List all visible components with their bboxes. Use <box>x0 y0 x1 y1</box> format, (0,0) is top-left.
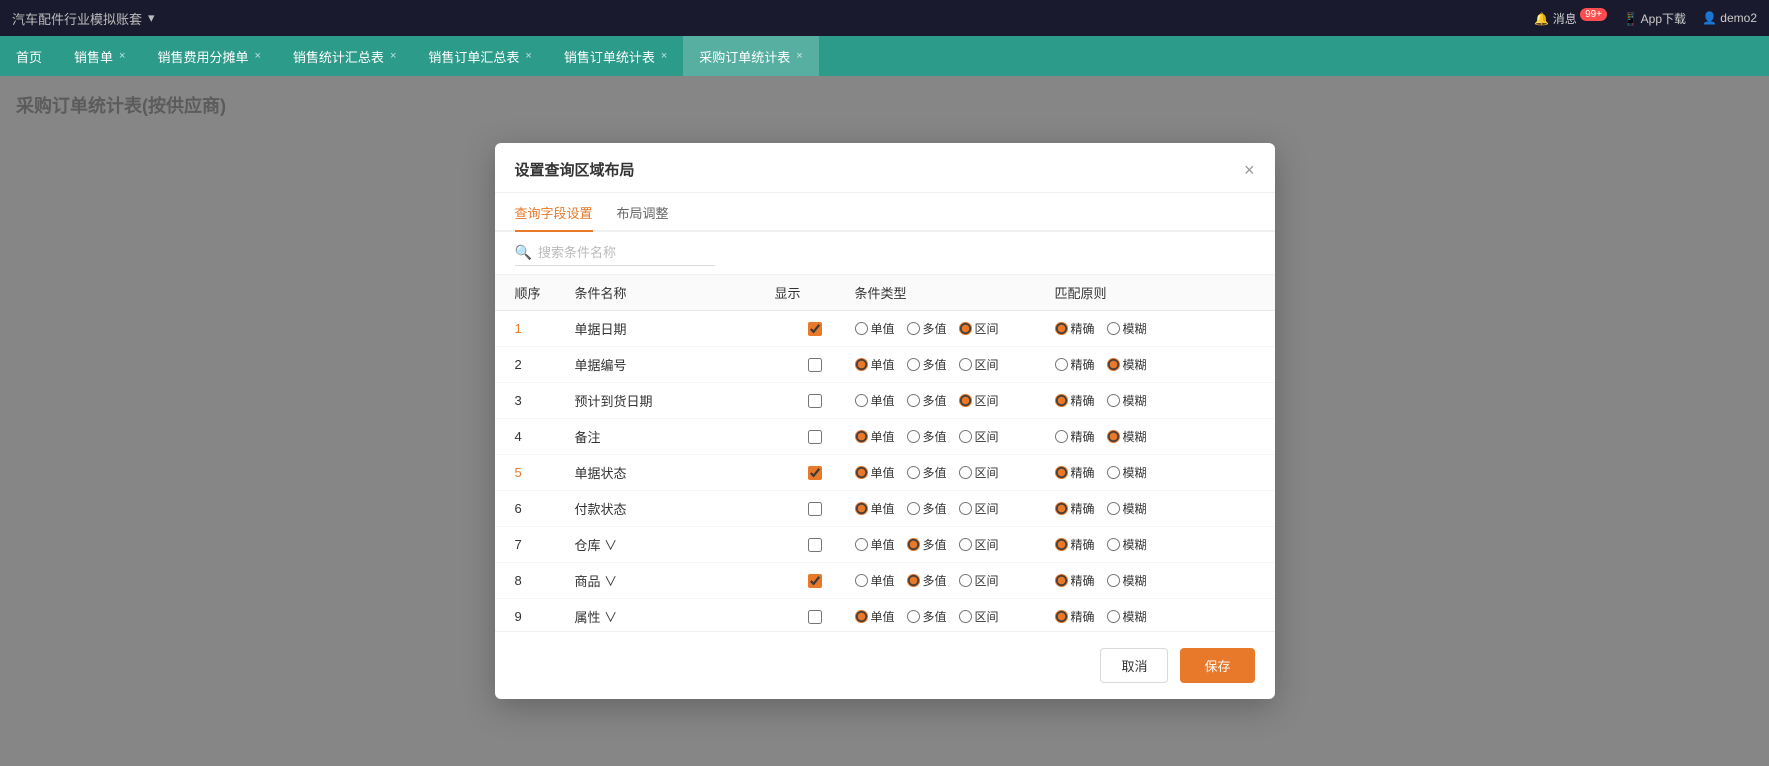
row-name: 单据编号 <box>575 355 775 374</box>
row-condition-type: 单值 多值 区间 <box>855 608 1055 625</box>
table-row: 5 单据状态 单值 多值 区间 精确 模糊 <box>495 455 1275 491</box>
row-display-checkbox[interactable] <box>775 394 855 408</box>
search-bar: 🔍 <box>495 232 1275 275</box>
row-num: 7 <box>515 537 575 552</box>
table-row: 2 单据编号 单值 多值 区间 精确 模糊 <box>495 347 1275 383</box>
row-display-checkbox[interactable] <box>775 466 855 480</box>
save-button[interactable]: 保存 <box>1180 648 1254 683</box>
row-match-rule: 精确 模糊 <box>1055 500 1255 517</box>
tab-layout-adjust[interactable]: 布局调整 <box>617 193 669 232</box>
table-row: 4 备注 单值 多值 区间 精确 模糊 <box>495 419 1275 455</box>
row-display-checkbox[interactable] <box>775 430 855 444</box>
nav-sales-order[interactable]: 销售单 × <box>58 36 141 76</box>
table-row: 9 属性 ∨ 单值 多值 区间 精确 模糊 <box>495 599 1275 631</box>
top-bar: 汽车配件行业模拟账套 ▾ 🔔 消息 99+ 📱 App下载 👤 demo2 <box>0 0 1769 36</box>
row-display-checkbox[interactable] <box>775 358 855 372</box>
row-match-rule: 精确 模糊 <box>1055 608 1255 625</box>
row-match-rule: 精确 模糊 <box>1055 464 1255 481</box>
row-num: 4 <box>515 429 575 444</box>
row-num: 5 <box>515 465 575 480</box>
modal-header: 设置查询区域布局 × <box>495 143 1275 193</box>
nav-sales-order-stat[interactable]: 销售订单统计表 × <box>548 36 683 76</box>
app-name: 汽车配件行业模拟账套 ▾ <box>12 9 155 28</box>
nav-home[interactable]: 首页 <box>0 36 58 76</box>
row-name: 属性 ∨ <box>575 607 775 626</box>
top-bar-right: 🔔 消息 99+ 📱 App下载 👤 demo2 <box>1534 10 1757 27</box>
row-num: 1 <box>515 321 575 336</box>
row-match-rule: 精确 模糊 <box>1055 572 1255 589</box>
row-num: 3 <box>515 393 575 408</box>
row-name: 付款状态 <box>575 499 775 518</box>
table-row: 6 付款状态 单值 多值 区间 精确 模糊 <box>495 491 1275 527</box>
col-display: 显示 <box>775 283 855 302</box>
user-avatar[interactable]: 👤 demo2 <box>1702 11 1757 25</box>
row-num: 8 <box>515 573 575 588</box>
row-name: 商品 ∨ <box>575 571 775 590</box>
search-icon: 🔍 <box>515 244 532 261</box>
row-name: 单据日期 <box>575 319 775 338</box>
search-input[interactable] <box>538 245 688 260</box>
row-condition-type: 单值 多值 区间 <box>855 464 1055 481</box>
row-num: 9 <box>515 609 575 624</box>
cancel-button[interactable]: 取消 <box>1100 648 1168 683</box>
nav-sales-order-sum[interactable]: 销售订单汇总表 × <box>412 36 547 76</box>
row-condition-type: 单值 多值 区间 <box>855 428 1055 445</box>
row-match-rule: 精确 模糊 <box>1055 392 1255 409</box>
modal-close-button[interactable]: × <box>1244 161 1255 179</box>
row-condition-type: 单值 多值 区间 <box>855 536 1055 553</box>
table-row: 8 商品 ∨ 单值 多值 区间 精确 模糊 <box>495 563 1275 599</box>
col-order: 顺序 <box>515 283 575 302</box>
table-row: 1 单据日期 单值 多值 区间 精确 模糊 <box>495 311 1275 347</box>
table-row: 3 预计到货日期 单值 多值 区间 精确 模糊 <box>495 383 1275 419</box>
row-num: 6 <box>515 501 575 516</box>
row-display-checkbox[interactable] <box>775 322 855 336</box>
nav-sales-stat[interactable]: 销售统计汇总表 × <box>277 36 412 76</box>
app-download-btn[interactable]: 📱 App下载 <box>1623 10 1686 27</box>
row-match-rule: 精确 模糊 <box>1055 356 1255 373</box>
row-name: 预计到货日期 <box>575 391 775 410</box>
row-condition-type: 单值 多值 区间 <box>855 320 1055 337</box>
modal-tabs: 查询字段设置 布局调整 <box>495 193 1275 232</box>
row-num: 2 <box>515 357 575 372</box>
search-input-wrap: 🔍 <box>515 244 715 266</box>
row-match-rule: 精确 模糊 <box>1055 536 1255 553</box>
row-match-rule: 精确 模糊 <box>1055 320 1255 337</box>
row-condition-type: 单值 多值 区间 <box>855 572 1055 589</box>
row-display-checkbox[interactable] <box>775 610 855 624</box>
table-body: 1 单据日期 单值 多值 区间 精确 模糊 2 <box>495 311 1275 631</box>
modal-title: 设置查询区域布局 <box>515 159 635 180</box>
page-background: 采购订单统计表(按供应商) 设置查询区域布局 × 查询字段设置 布局调整 🔍 <box>0 76 1769 766</box>
tab-query-fields[interactable]: 查询字段设置 <box>515 193 593 232</box>
row-name: 单据状态 <box>575 463 775 482</box>
row-condition-type: 单值 多值 区间 <box>855 500 1055 517</box>
row-condition-type: 单值 多值 区间 <box>855 392 1055 409</box>
row-display-checkbox[interactable] <box>775 502 855 516</box>
col-condition-type: 条件类型 <box>855 283 1055 302</box>
nav-bar: 首页 销售单 × 销售费用分摊单 × 销售统计汇总表 × 销售订单汇总表 × 销… <box>0 36 1769 76</box>
nav-purchase-order-stat[interactable]: 采购订单统计表 × <box>683 36 818 76</box>
col-match-rule: 匹配原则 <box>1055 283 1255 302</box>
row-match-rule: 精确 模糊 <box>1055 428 1255 445</box>
row-display-checkbox[interactable] <box>775 538 855 552</box>
modal: 设置查询区域布局 × 查询字段设置 布局调整 🔍 顺序 条件名称 显示 条件 <box>495 143 1275 699</box>
col-name: 条件名称 <box>575 283 775 302</box>
nav-sales-fee[interactable]: 销售费用分摊单 × <box>141 36 276 76</box>
table-row: 7 仓库 ∨ 单值 多值 区间 精确 模糊 <box>495 527 1275 563</box>
row-name: 备注 <box>575 427 775 446</box>
row-condition-type: 单值 多值 区间 <box>855 356 1055 373</box>
messages-btn[interactable]: 🔔 消息 99+ <box>1534 10 1607 27</box>
modal-footer: 取消 保存 <box>495 631 1275 699</box>
modal-overlay: 设置查询区域布局 × 查询字段设置 布局调整 🔍 顺序 条件名称 显示 条件 <box>0 76 1769 766</box>
row-name: 仓库 ∨ <box>575 535 775 554</box>
row-display-checkbox[interactable] <box>775 574 855 588</box>
table-header: 顺序 条件名称 显示 条件类型 匹配原则 <box>495 275 1275 311</box>
